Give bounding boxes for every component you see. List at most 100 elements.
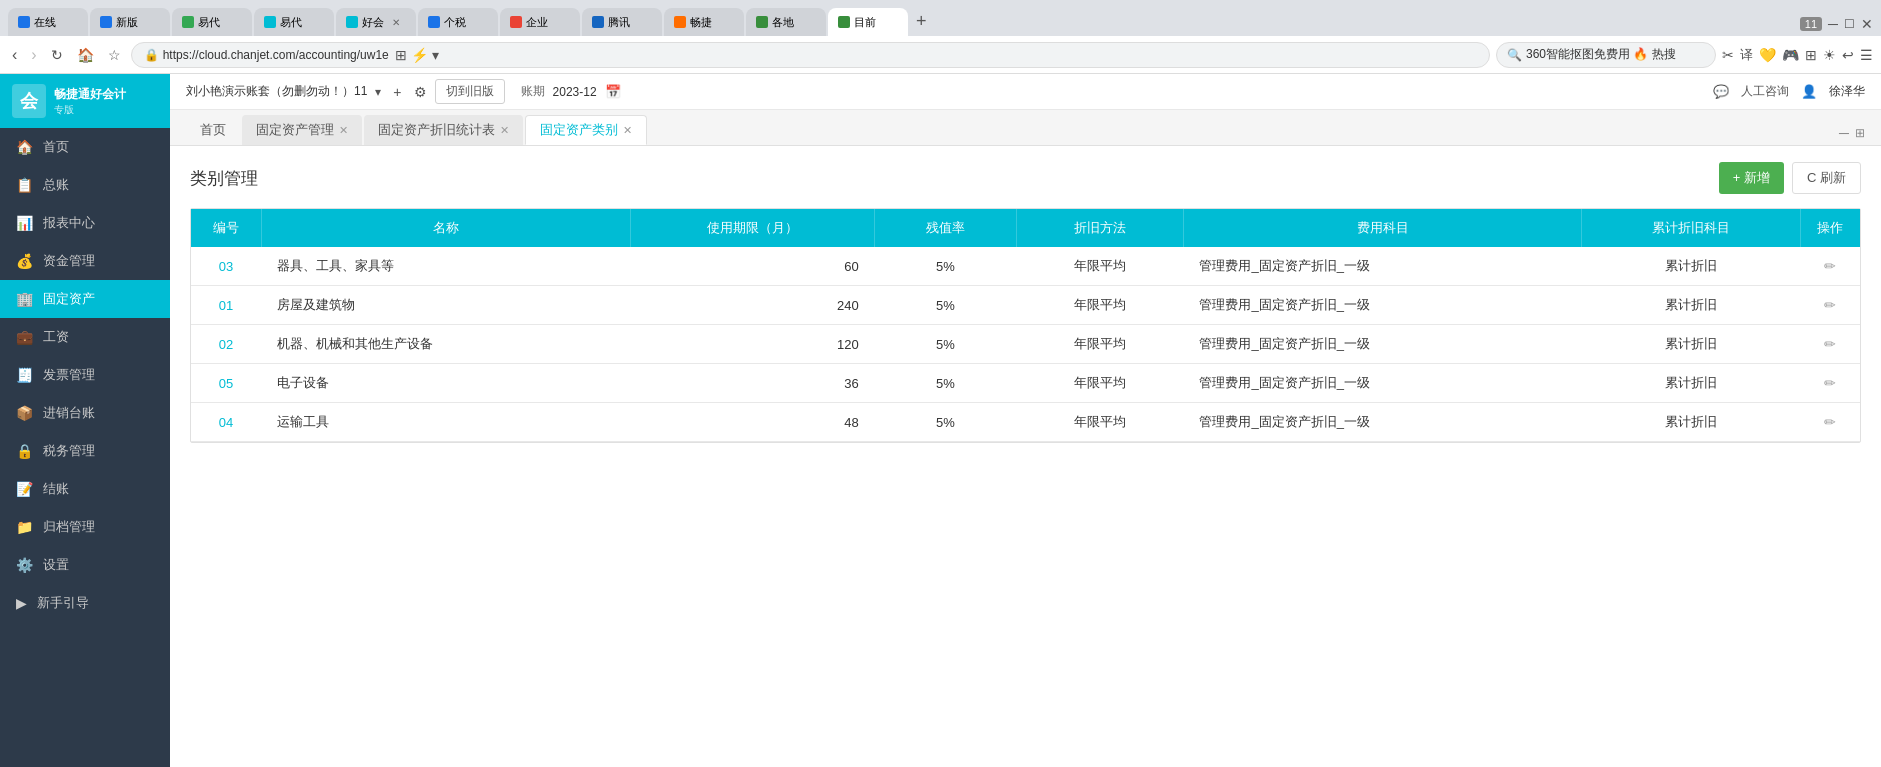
cell-rate: 5% <box>875 325 1017 364</box>
sidebar-item-label: 工资 <box>43 328 69 346</box>
browser-tab-8[interactable]: 畅捷 <box>664 8 744 36</box>
browser-tab-6[interactable]: 企业 <box>500 8 580 36</box>
sidebar-item-label: 总账 <box>43 176 69 194</box>
home-button[interactable]: 🏠 <box>73 45 98 65</box>
sidebar-item-funds[interactable]: 💰 资金管理 <box>0 242 170 280</box>
cell-action[interactable]: ✏ <box>1800 247 1860 286</box>
sidebar: 会 畅捷通好会计 专版 🏠 首页 📋 总账 📊 报表中心 💰 资金管理 🏢 固定… <box>0 74 170 767</box>
app-tab-depreciation[interactable]: 固定资产折旧统计表 ✕ <box>364 115 523 145</box>
cell-method: 年限平均 <box>1016 364 1183 403</box>
search-box[interactable]: 🔍 360智能抠图免费用 🔥 热搜 <box>1496 42 1716 68</box>
sidebar-item-home[interactable]: 🏠 首页 <box>0 128 170 166</box>
purchases-icon: 📦 <box>16 405 33 421</box>
sidebar-item-ledger[interactable]: 📋 总账 <box>0 166 170 204</box>
dropdown-icon[interactable]: ▾ <box>375 85 381 99</box>
expand-tab-icon[interactable]: ⊞ <box>1855 126 1865 140</box>
app-tab-category[interactable]: 固定资产类别 ✕ <box>525 115 647 145</box>
tab-close-icon[interactable]: ✕ <box>623 124 632 137</box>
reports-icon: 📊 <box>16 215 33 231</box>
address-bar: ‹ › ↻ 🏠 ☆ 🔒 https://cloud.chanjet.com/ac… <box>0 36 1881 74</box>
cell-code: 01 <box>191 286 261 325</box>
bookmark-button[interactable]: ☆ <box>104 45 125 65</box>
app-tab-fixed-mgmt[interactable]: 固定资产管理 ✕ <box>242 115 362 145</box>
undo-icon[interactable]: ↩ <box>1842 47 1854 63</box>
sidebar-item-purchases[interactable]: 📦 进销台账 <box>0 394 170 432</box>
home-icon: 🏠 <box>16 139 33 155</box>
calendar-icon[interactable]: 📅 <box>605 84 621 99</box>
sidebar-item-payroll[interactable]: 💼 工资 <box>0 318 170 356</box>
grid-icon[interactable]: ⊞ <box>1805 47 1817 63</box>
sidebar-item-archive[interactable]: 📁 归档管理 <box>0 508 170 546</box>
scissor-icon[interactable]: ✂ <box>1722 47 1734 63</box>
cell-action[interactable]: ✏ <box>1800 325 1860 364</box>
funds-icon: 💰 <box>16 253 33 269</box>
forward-button[interactable]: › <box>27 44 40 66</box>
settings-menu-icon: ⚙️ <box>16 557 33 573</box>
cell-action[interactable]: ✏ <box>1800 403 1860 442</box>
browser-tab-3[interactable]: 易代 <box>254 8 334 36</box>
tab-label: 在线 <box>34 15 56 30</box>
tax-icon: 🔒 <box>16 443 33 459</box>
browser-tab-4[interactable]: 好会 ✕ <box>336 8 416 36</box>
tab-close-icon[interactable]: ✕ <box>392 17 400 28</box>
new-tab-button[interactable]: + <box>910 11 933 32</box>
translate-icon[interactable]: 译 <box>1740 46 1753 64</box>
cell-action[interactable]: ✏ <box>1800 286 1860 325</box>
minimize-icon[interactable]: ─ <box>1828 16 1838 32</box>
edit-icon[interactable]: ✏ <box>1824 414 1836 430</box>
sidebar-item-settings[interactable]: ⚙️ 设置 <box>0 546 170 584</box>
sidebar-item-fixed-assets[interactable]: 🏢 固定资产 <box>0 280 170 318</box>
close-icon[interactable]: ✕ <box>1861 16 1873 32</box>
edit-icon[interactable]: ✏ <box>1824 336 1836 352</box>
consultant-label[interactable]: 人工咨询 <box>1741 83 1789 100</box>
game-icon[interactable]: 🎮 <box>1782 47 1799 63</box>
cell-expense: 管理费用_固定资产折旧_一级 <box>1183 403 1581 442</box>
edit-icon[interactable]: ✏ <box>1824 258 1836 274</box>
edit-icon[interactable]: ✏ <box>1824 297 1836 313</box>
refresh-button[interactable]: C 刷新 <box>1792 162 1861 194</box>
table-row: 01 房屋及建筑物 240 5% 年限平均 管理费用_固定资产折旧_一级 累计折… <box>191 286 1860 325</box>
add-button[interactable]: + 新增 <box>1719 162 1784 194</box>
consultant-icon: 💬 <box>1713 84 1729 99</box>
switch-version-button[interactable]: 切到旧版 <box>435 79 505 104</box>
browser-tab-1[interactable]: 新版 <box>90 8 170 36</box>
search-icon: 🔍 <box>1507 48 1522 62</box>
sidebar-item-tax[interactable]: 🔒 税务管理 <box>0 432 170 470</box>
settings-icon[interactable]: ☀ <box>1823 47 1836 63</box>
cell-accum: 累计折旧 <box>1582 403 1800 442</box>
tab-label: 畅捷 <box>690 15 712 30</box>
menu-icon[interactable]: ☰ <box>1860 47 1873 63</box>
page-title-bar: 类别管理 + 新增 C 刷新 <box>190 162 1861 194</box>
wallet-icon[interactable]: 💛 <box>1759 47 1776 63</box>
browser-tab-2[interactable]: 易代 <box>172 8 252 36</box>
cell-action[interactable]: ✏ <box>1800 364 1860 403</box>
tab-close-icon[interactable]: ✕ <box>339 124 348 137</box>
tab-label: 个税 <box>444 15 466 30</box>
maximize-icon[interactable]: ☐ <box>1844 17 1855 31</box>
user-name: 徐泽华 <box>1829 83 1865 100</box>
app-tab-label: 固定资产折旧统计表 <box>378 121 495 139</box>
minimize-tab-icon[interactable]: ─ <box>1839 125 1849 141</box>
browser-tab-9[interactable]: 各地 <box>746 8 826 36</box>
tab-close-icon[interactable]: ✕ <box>500 124 509 137</box>
sidebar-item-closing[interactable]: 📝 结账 <box>0 470 170 508</box>
url-bar[interactable]: 🔒 https://cloud.chanjet.com/accounting/u… <box>131 42 1490 68</box>
settings-header-icon[interactable]: ⚙ <box>414 84 427 100</box>
sidebar-item-reports[interactable]: 📊 报表中心 <box>0 204 170 242</box>
sidebar-item-label: 归档管理 <box>43 518 95 536</box>
reload-button[interactable]: ↻ <box>47 45 67 65</box>
browser-tab-0[interactable]: 在线 <box>8 8 88 36</box>
sidebar-item-guide[interactable]: ▶ 新手引导 <box>0 584 170 622</box>
edit-icon[interactable]: ✏ <box>1824 375 1836 391</box>
logo-icon: 会 <box>12 84 46 118</box>
back-button[interactable]: ‹ <box>8 44 21 66</box>
user-account-info: 刘小艳演示账套（勿删勿动！）11 <box>186 83 367 100</box>
add-account-button[interactable]: + <box>389 84 405 100</box>
browser-tab-5[interactable]: 个税 <box>418 8 498 36</box>
sidebar-item-label: 资金管理 <box>43 252 95 270</box>
app-tab-home[interactable]: 首页 <box>186 115 240 145</box>
browser-tab-10[interactable]: 目前 <box>828 8 908 36</box>
browser-tab-7[interactable]: 腾讯 <box>582 8 662 36</box>
cell-expense: 管理费用_固定资产折旧_一级 <box>1183 364 1581 403</box>
sidebar-item-invoices[interactable]: 🧾 发票管理 <box>0 356 170 394</box>
